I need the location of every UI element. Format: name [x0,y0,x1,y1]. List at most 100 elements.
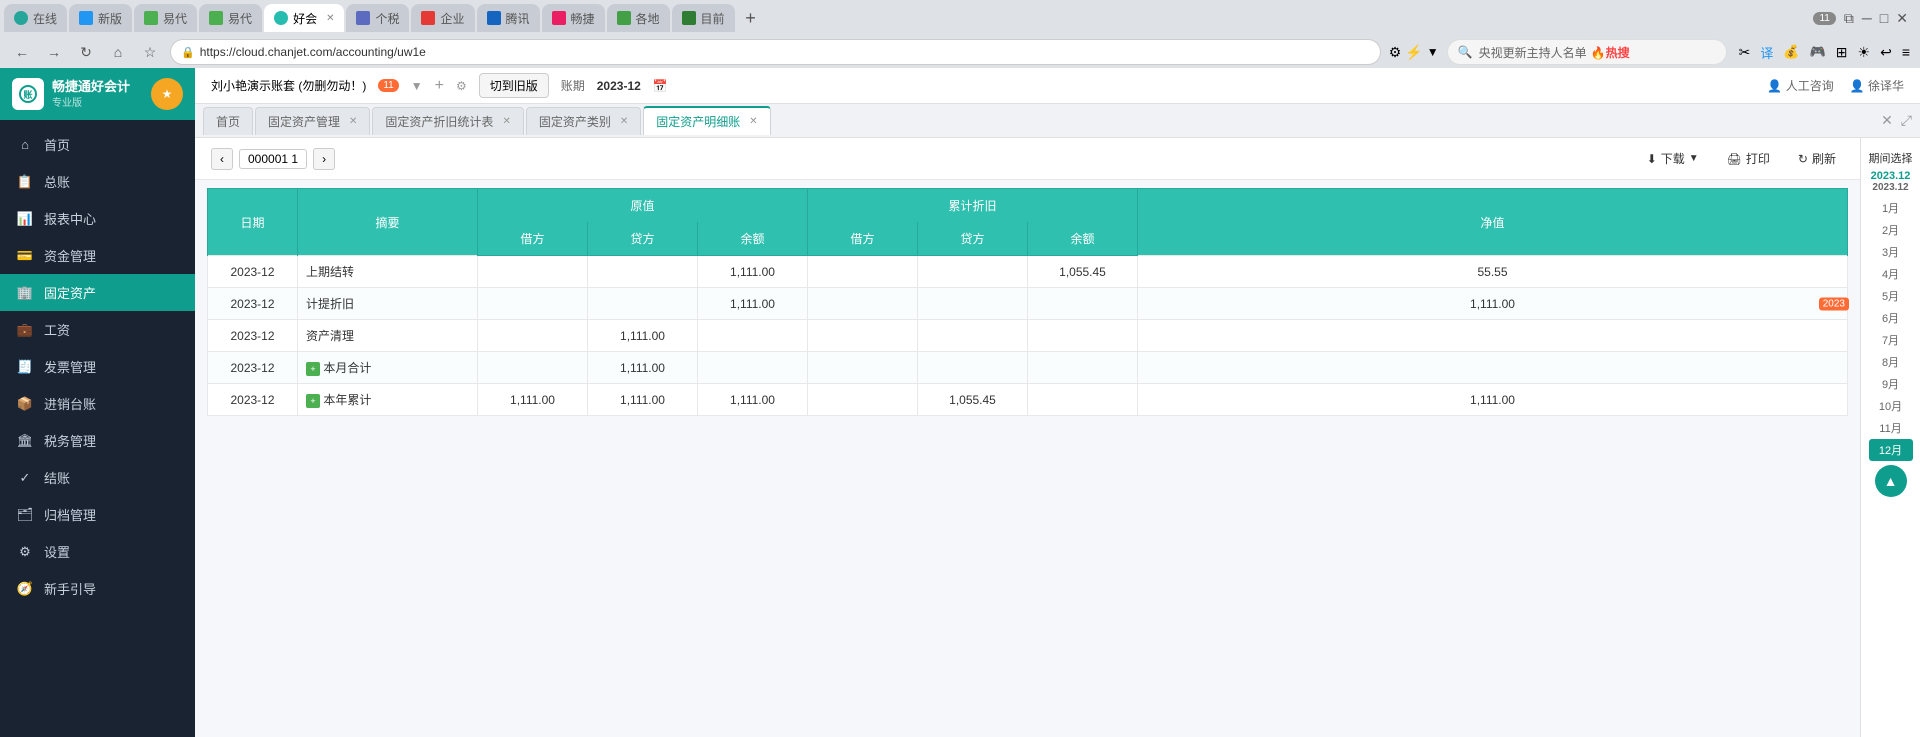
sidebar-item-stock[interactable]: 📦 进销台账 [0,385,195,422]
prev-page-btn[interactable]: ‹ [211,148,233,170]
sidebar-item-label-home: 首页 [44,135,70,154]
sidebar-item-invoice[interactable]: 🧾 发票管理 [0,348,195,385]
close-window-icon[interactable]: ✕ [1896,10,1908,27]
sidebar-item-guide[interactable]: 🧭 新手引导 [0,570,195,607]
content-area: ‹ 000001 1 › ⬇ 下载 ▼ 🖨 打印 [195,138,1920,737]
close-panel-icon[interactable]: ✕ [1881,112,1893,129]
forward-button[interactable]: → [42,40,66,64]
bookmark-button[interactable]: ☆ [138,40,162,64]
grid-icon[interactable]: ⊞ [1836,44,1848,61]
home-button[interactable]: ⌂ [106,40,130,64]
undo-icon[interactable]: ↩ [1880,44,1892,61]
help-text[interactable]: 👤 人工咨询 [1767,77,1833,94]
sidebar-item-report[interactable]: 📊 报表中心 [0,200,195,237]
extension-icon-1[interactable]: ⚙ [1389,44,1402,61]
add-account-icon[interactable]: + [435,77,444,95]
salary-icon: 💼 [16,321,34,339]
logo-sub: 专业版 [52,94,130,109]
url-bar[interactable]: 🔒 https://cloud.chanjet.com/accounting/u… [170,39,1381,65]
month-5[interactable]: 5月 [1869,285,1913,307]
extension-icon-2[interactable]: ⚡ [1405,44,1422,61]
page-tab-close-detail-ledger[interactable]: ✕ [749,116,757,127]
page-tab-asset-mgmt[interactable]: 固定资产管理 ✕ [255,107,370,135]
calendar-icon[interactable]: 📅 [653,79,668,93]
browser-tab-qiye[interactable]: 企业 [411,4,474,32]
sidebar-item-tax[interactable]: 🏛 税务管理 [0,422,195,459]
month-9[interactable]: 9月 [1869,373,1913,395]
sidebar-item-fund[interactable]: 💳 资金管理 [0,237,195,274]
browser-tab-yidai2[interactable]: 易代 [199,4,262,32]
table-header-row: 日期 摘要 原值 累计折旧 净值 [208,189,1848,223]
back-button[interactable]: ← [10,40,34,64]
menu-icon[interactable]: ≡ [1902,44,1910,60]
page-tab-home[interactable]: 首页 [203,107,253,135]
restore-window-icon[interactable]: ⧉ [1844,10,1854,27]
month-6[interactable]: 6月 [1869,307,1913,329]
month-8[interactable]: 8月 [1869,351,1913,373]
switch-version-btn[interactable]: 切到旧版 [479,73,549,98]
browser-tab-tencent[interactable]: 腾讯 [477,4,540,32]
sidebar-item-archive[interactable]: 🗂 归档管理 [0,496,195,533]
new-tab-button[interactable]: + [737,4,765,32]
user-text[interactable]: 👤 徐译华 [1850,77,1904,94]
minimize-icon[interactable]: ─ [1862,10,1872,26]
reload-button[interactable]: ↻ [74,40,98,64]
month-4[interactable]: 4月 [1869,263,1913,285]
sidebar-item-salary[interactable]: 💼 工资 [0,311,195,348]
sidebar-star-btn[interactable]: ★ [151,78,183,110]
next-page-btn[interactable]: › [313,148,335,170]
refresh-btn[interactable]: ↻ 刷新 [1790,146,1844,171]
page-tab-depreciation[interactable]: 固定资产折旧统计表 ✕ [372,107,523,135]
month-2[interactable]: 2月 [1869,219,1913,241]
sidebar-item-ledger[interactable]: 📋 总账 [0,163,195,200]
brightness-icon[interactable]: ☀ [1858,44,1871,61]
ledger-icon: 📋 [16,173,34,191]
sidebar-item-close-account[interactable]: ✓ 结账 [0,459,195,496]
sidebar-item-settings[interactable]: ⚙ 设置 [0,533,195,570]
download-btn[interactable]: ⬇ 下载 ▼ [1639,146,1707,171]
page-tab-detail-ledger[interactable]: 固定资产明细账 ✕ [643,106,770,135]
ledger-area: ‹ 000001 1 › ⬇ 下载 ▼ 🖨 打印 [195,138,1860,737]
translate-icon[interactable]: 译 [1760,43,1773,62]
browser-tab-close[interactable]: ✕ [326,13,334,24]
month-12[interactable]: 12月 [1869,439,1913,461]
sidebar-item-home[interactable]: ⌂ 首页 [0,126,195,163]
month-10[interactable]: 10月 [1869,395,1913,417]
page-number-box[interactable]: 000001 1 [239,149,307,169]
th-accum-balance: 余额 [1028,222,1138,256]
month-11[interactable]: 11月 [1869,417,1913,439]
month-7[interactable]: 7月 [1869,329,1913,351]
month-1[interactable]: 1月 [1869,197,1913,219]
browser-tab-muqian[interactable]: 目前 [672,4,735,32]
refresh-icon: ↻ [1798,152,1808,166]
row-expand-icon[interactable]: + [306,362,320,376]
print-btn[interactable]: 🖨 打印 [1719,146,1778,171]
search-box[interactable]: 🔍 央视更新主持人名单 🔥热搜 [1447,39,1727,65]
browser-tab-changjie[interactable]: 畅捷 [542,4,605,32]
game-icon[interactable]: 🎮 [1810,44,1826,60]
browser-tab-haohui[interactable]: 好会 ✕ [264,4,344,32]
expand-panel-icon[interactable]: ⤢ [1901,112,1912,129]
browser-tab-gedi[interactable]: 各地 [607,4,670,32]
wallet-icon[interactable]: 💰 [1783,44,1799,60]
dropdown-arrow-icon[interactable]: ▼ [411,79,423,93]
download-label: 下载 [1661,150,1685,167]
page-tab-close-category[interactable]: ✕ [620,116,628,127]
page-tab-category[interactable]: 固定资产类别 ✕ [526,107,641,135]
browser-tab-yidai1[interactable]: 易代 [134,4,197,32]
browser-tab-online[interactable]: 在线 [4,4,67,32]
sidebar-item-asset[interactable]: 🏢 固定资产 [0,274,195,311]
browser-tab-new[interactable]: 新版 [69,4,132,32]
scroll-top-btn[interactable]: ▲ [1875,465,1907,497]
year-badge: 2023 [1819,297,1849,310]
settings-small-icon[interactable]: ⚙ [456,79,467,93]
dropdown-icon[interactable]: ▼ [1427,45,1439,59]
page-tab-label-depreciation: 固定资产折旧统计表 [385,113,493,130]
page-tab-close-depreciation[interactable]: ✕ [502,116,510,127]
month-3[interactable]: 3月 [1869,241,1913,263]
row-expand-icon[interactable]: + [306,394,320,408]
maximize-icon[interactable]: □ [1880,10,1888,26]
page-tab-close-asset-mgmt[interactable]: ✕ [349,116,357,127]
cut-icon[interactable]: ✂ [1739,44,1751,61]
browser-tab-geshui[interactable]: 个税 [346,4,409,32]
